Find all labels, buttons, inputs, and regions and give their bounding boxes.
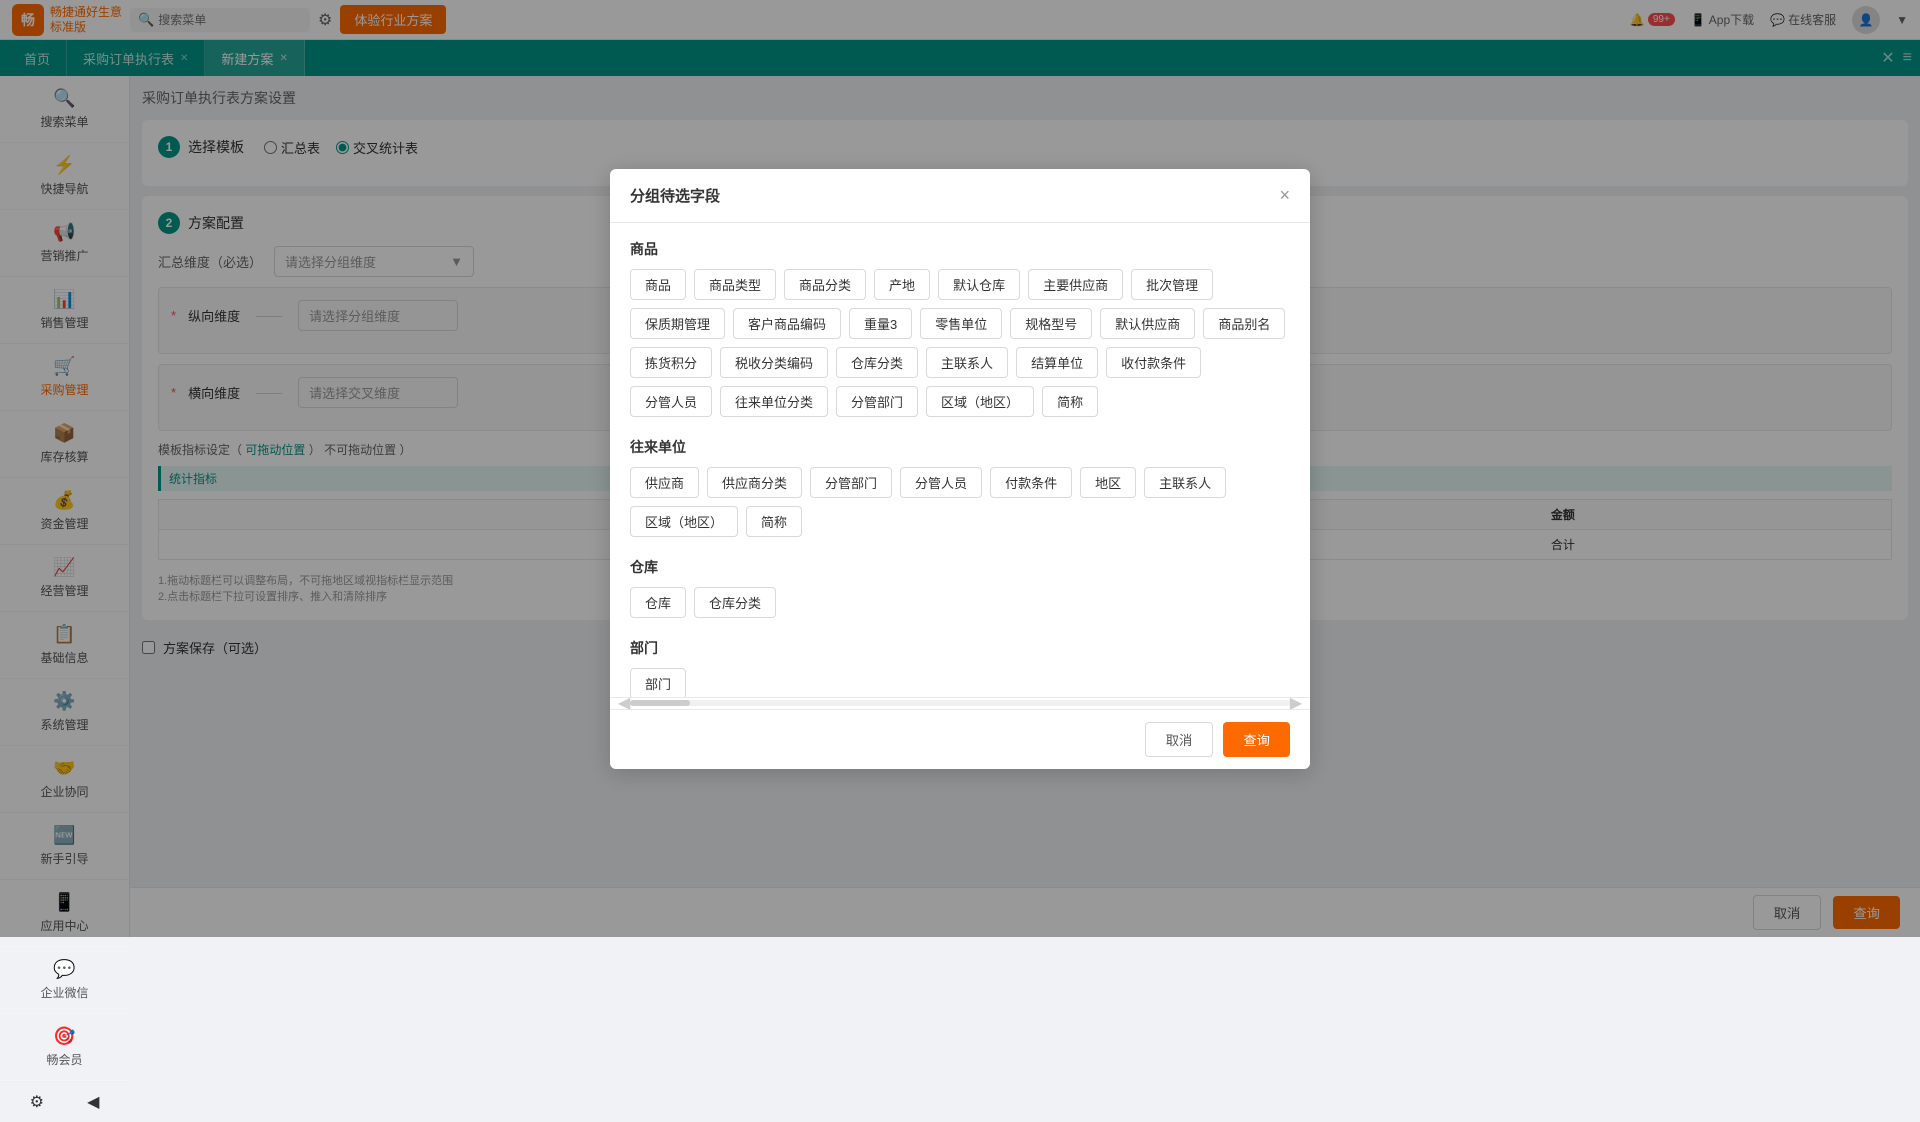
modal-cancel-button[interactable]: 取消 (1145, 722, 1214, 757)
field-tag[interactable]: 批次管理 (1131, 269, 1213, 300)
field-tag[interactable]: 分管部门 (810, 467, 892, 498)
field-tag[interactable]: 税收分类编码 (720, 347, 828, 378)
department-group-title: 部门 (630, 638, 1290, 658)
field-tag[interactable]: 零售单位 (920, 308, 1002, 339)
field-group-partner: 往来单位 供应商供应商分类分管部门分管人员付款条件地区主联系人区域（地区） 简称 (630, 437, 1290, 537)
field-group-department: 部门 部门 (630, 638, 1290, 697)
modal: 分组待选字段 × 商品 商品商品类型商品分类产地默认仓库主要供应商批次管理保质期… (610, 169, 1310, 769)
field-group-warehouse: 仓库 仓库仓库分类 (630, 557, 1290, 618)
partner-fields: 供应商供应商分类分管部门分管人员付款条件地区主联系人区域（地区） 简称 (630, 467, 1290, 537)
field-tag[interactable]: 拣货积分 (630, 347, 712, 378)
field-tag[interactable]: 重量3 (849, 308, 912, 339)
field-tag[interactable]: 商品别名 (1203, 308, 1285, 339)
field-tag[interactable]: 仓库分类 (836, 347, 918, 378)
field-tag[interactable]: 分管部门 (836, 386, 918, 417)
goods-fields: 商品商品类型商品分类产地默认仓库主要供应商批次管理保质期管理客户商品编码重量3 零… (630, 269, 1290, 417)
field-tag[interactable]: 区域（地区） (630, 506, 738, 537)
modal-overlay: 分组待选字段 × 商品 商品商品类型商品分类产地默认仓库主要供应商批次管理保质期… (0, 0, 1920, 937)
wechat-icon: 💬 (53, 959, 75, 980)
field-tag[interactable]: 地区 (1080, 467, 1136, 498)
field-tag[interactable]: 客户商品编码 (733, 308, 841, 339)
field-tag[interactable]: 供应商 (630, 467, 699, 498)
field-tag[interactable]: 商品 (630, 269, 686, 300)
warehouse-fields: 仓库仓库分类 (630, 587, 1290, 618)
sidebar-item-wechat[interactable]: 💬 企业微信 (0, 947, 129, 1014)
modal-close-button[interactable]: × (1279, 185, 1290, 206)
field-tag[interactable]: 规格型号 (1010, 308, 1092, 339)
sidebar-item-member[interactable]: 🎯 畅会员 (0, 1014, 129, 1081)
field-tag[interactable]: 付款条件 (990, 467, 1072, 498)
field-tag[interactable]: 默认供应商 (1100, 308, 1195, 339)
modal-footer: 取消 查询 (610, 709, 1310, 769)
field-tag[interactable]: 简称 (1042, 386, 1098, 417)
modal-title: 分组待选字段 (630, 185, 720, 206)
field-tag[interactable]: 主联系人 (926, 347, 1008, 378)
field-tag[interactable]: 区域（地区） (926, 386, 1034, 417)
field-tag[interactable]: 往来单位分类 (720, 386, 828, 417)
modal-hscroll: ◀ ▶ (610, 697, 1310, 709)
sidebar-settings-icon[interactable]: ⚙ (30, 1092, 44, 1112)
field-tag[interactable]: 分管人员 (630, 386, 712, 417)
warehouse-group-title: 仓库 (630, 557, 1290, 577)
field-tag[interactable]: 主联系人 (1144, 467, 1226, 498)
field-tag[interactable]: 部门 (630, 668, 686, 697)
field-tag[interactable]: 产地 (874, 269, 930, 300)
field-tag[interactable]: 收付款条件 (1106, 347, 1201, 378)
modal-header: 分组待选字段 × (610, 169, 1310, 223)
field-tag[interactable]: 供应商分类 (707, 467, 802, 498)
member-icon: 🎯 (53, 1026, 75, 1047)
field-tag[interactable]: 商品分类 (784, 269, 866, 300)
sidebar-collapse-icon[interactable]: ◀ (87, 1092, 99, 1112)
goods-group-title: 商品 (630, 239, 1290, 259)
field-tag[interactable]: 仓库分类 (694, 587, 776, 618)
modal-body: 商品 商品商品类型商品分类产地默认仓库主要供应商批次管理保质期管理客户商品编码重… (610, 223, 1310, 697)
field-tag[interactable]: 简称 (746, 506, 802, 537)
hscroll-thumb[interactable] (630, 700, 690, 706)
field-tag[interactable]: 分管人员 (900, 467, 982, 498)
hscroll-track (630, 700, 1289, 706)
field-tag[interactable]: 仓库 (630, 587, 686, 618)
field-tag[interactable]: 默认仓库 (938, 269, 1020, 300)
sidebar-bottom-bar: ⚙ ◀ (0, 1081, 129, 1122)
field-group-goods: 商品 商品商品类型商品分类产地默认仓库主要供应商批次管理保质期管理客户商品编码重… (630, 239, 1290, 417)
field-tag[interactable]: 保质期管理 (630, 308, 725, 339)
field-tag[interactable]: 商品类型 (694, 269, 776, 300)
field-tag[interactable]: 主要供应商 (1028, 269, 1123, 300)
modal-confirm-button[interactable]: 查询 (1223, 722, 1290, 757)
field-tag[interactable]: 结算单位 (1016, 347, 1098, 378)
department-fields: 部门 (630, 668, 1290, 697)
partner-group-title: 往来单位 (630, 437, 1290, 457)
